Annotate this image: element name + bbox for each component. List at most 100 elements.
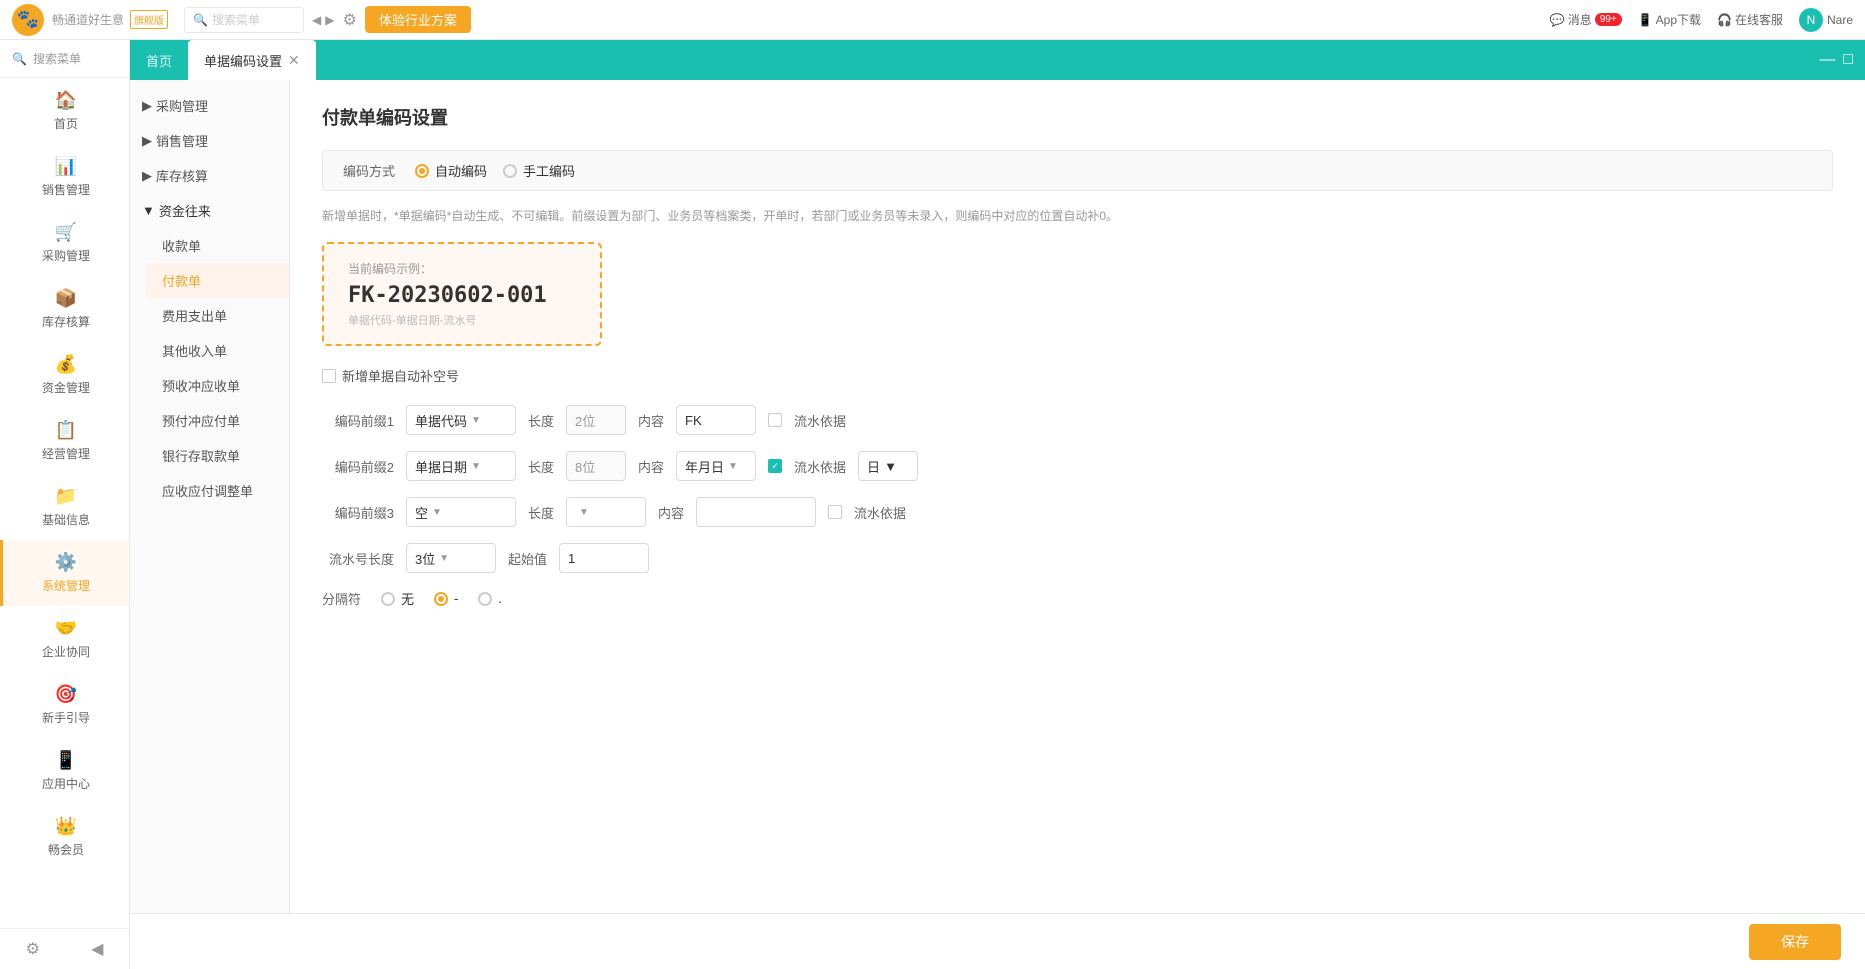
system-icon: ⚙️ <box>55 552 77 573</box>
sub-menu-capital-items: 收款单 付款单 费用支出单 其他收入单 预收冲应收单 预付冲 <box>130 228 289 508</box>
tab-home[interactable]: 首页 <box>130 40 188 80</box>
sidebar-item-purchase[interactable]: 🛒 采购管理 <box>0 210 129 276</box>
sidebar-search[interactable]: 🔍 搜索菜单 <box>0 40 129 78</box>
finance-icon: 💰 <box>55 354 77 375</box>
prefix2-select[interactable]: 单据日期 ▼ <box>406 451 516 481</box>
brand-name: 畅通道好生意 旗舰版 <box>52 10 168 29</box>
tab-close-icon[interactable]: ✕ <box>288 53 300 67</box>
auto-code-radio[interactable]: 自动编码 <box>415 161 487 180</box>
chevron-down-icon: ▼ <box>579 507 589 518</box>
sidebar-item-apps[interactable]: 📱 应用中心 <box>0 738 129 804</box>
sidebar-item-enterprise[interactable]: 🤝 企业协同 <box>0 606 129 672</box>
prefix1-stream-checkbox[interactable] <box>768 413 782 427</box>
sidebar-item-sales[interactable]: 📊 销售管理 <box>0 144 129 210</box>
sep-dot-radio[interactable]: . <box>478 591 502 606</box>
sub-menu-other-income[interactable]: 其他收入单 <box>146 333 289 368</box>
tab-bar-actions: — □ <box>1819 51 1853 69</box>
window-minimize-icon[interactable]: — <box>1819 51 1835 69</box>
prefix3-select[interactable]: 空 ▼ <box>406 497 516 527</box>
sidebar-item-operations[interactable]: 📋 经营管理 <box>0 408 129 474</box>
search-bar[interactable]: 🔍 搜索菜单 <box>184 7 304 33</box>
prefix2-stream-unit-select[interactable]: 日 ▼ <box>858 451 918 481</box>
chevron-down-icon: ▼ <box>439 553 449 564</box>
sidebar-item-basic[interactable]: 📁 基础信息 <box>0 474 129 540</box>
purchase-icon: 🛒 <box>55 222 77 243</box>
window-maximize-icon[interactable]: □ <box>1843 51 1853 69</box>
try-industry-btn[interactable]: 体验行业方案 <box>365 6 471 33</box>
inventory-icon: 📦 <box>55 288 77 309</box>
sidebar-nav: 🏠 首页 📊 销售管理 🛒 采购管理 📦 库存核算 💰 资金管理 📋 经 <box>0 78 129 928</box>
encoding-radio-group: 自动编码 手工编码 <box>415 161 575 180</box>
home-icon: 🏠 <box>55 90 77 111</box>
sidebar-item-finance[interactable]: 💰 资金管理 <box>0 342 129 408</box>
chevron-down-icon: ▼ <box>432 507 442 518</box>
tab-code-setting[interactable]: 单据编码设置 ✕ <box>188 40 316 80</box>
serial-start-input[interactable] <box>559 543 649 573</box>
tab-bar: 首页 单据编码设置 ✕ — □ <box>130 40 1865 80</box>
top-bar-right: 💬 消息 99+ 📱 App下载 🎧 在线客服 N Nare <box>1550 8 1853 32</box>
sub-menu-sales-mgmt[interactable]: ▶ 销售管理 <box>130 123 289 158</box>
prefix2-content-select[interactable]: 年月日 ▼ <box>676 451 756 481</box>
sep-dash-radio[interactable]: - <box>434 591 458 606</box>
prefix2-stream-checkbox[interactable]: ✓ <box>768 459 782 473</box>
message-btn[interactable]: 💬 消息 99+ <box>1550 11 1622 28</box>
sub-menu-payment[interactable]: 付款单 <box>146 263 289 298</box>
sub-menu-purchase-mgmt[interactable]: ▶ 采购管理 <box>130 88 289 123</box>
sidebar-item-member[interactable]: 👑 畅会员 <box>0 804 129 870</box>
info-text: 新增单据时，*单据编码*自动生成、不可编辑。前缀设置为部门、业务员等档案类，开单… <box>322 207 1833 226</box>
sep-dot-radio-dot[interactable] <box>478 592 492 606</box>
sub-menu-inventory-calc[interactable]: ▶ 库存核算 <box>130 158 289 193</box>
online-service-btn[interactable]: 🎧 在线客服 <box>1717 11 1783 28</box>
manual-code-radio[interactable]: 手工编码 <box>503 161 575 180</box>
example-code-box: 当前编码示例： FK-20230602-001 单据代码-单据日期-流水号 <box>322 242 602 346</box>
top-nav-arrows[interactable]: ◀ ▶ <box>312 13 334 27</box>
prefix3-content-input[interactable] <box>696 497 816 527</box>
chevron-down-icon: ▼ <box>728 461 738 472</box>
guide-icon: 🎯 <box>55 684 77 705</box>
manual-code-radio-dot[interactable] <box>503 164 517 178</box>
prefix1-length-input[interactable] <box>566 405 626 435</box>
chevron-right-icon: ▶ <box>142 168 152 184</box>
prefix1-row: 编码前缀1 单据代码 ▼ 长度 内容 流水依据 <box>322 405 1833 435</box>
prefix3-length-select[interactable]: ▼ <box>566 497 646 527</box>
sidebar-item-guide[interactable]: 🎯 新手引导 <box>0 672 129 738</box>
settings-icon[interactable]: ⚙ <box>342 10 356 30</box>
sub-menu-expense[interactable]: 费用支出单 <box>146 298 289 333</box>
chevron-down-icon: ▼ <box>471 415 481 426</box>
auto-fill-checkbox[interactable] <box>322 369 336 383</box>
encoding-mode-section: 编码方式 自动编码 手工编码 <box>322 150 1833 191</box>
sidebar-settings-icon[interactable]: ⚙ <box>26 939 40 959</box>
sep-none-radio-dot[interactable] <box>381 592 395 606</box>
sidebar-item-system[interactable]: ⚙️ 系统管理 <box>0 540 129 606</box>
save-button[interactable]: 保存 <box>1749 924 1841 960</box>
prefix1-content-input[interactable] <box>676 405 756 435</box>
main-panel: 付款单编码设置 编码方式 自动编码 手工编码 <box>290 80 1865 913</box>
sub-menu-receipt[interactable]: 收款单 <box>146 228 289 263</box>
bottom-bar: 保存 <box>130 913 1865 969</box>
prefix3-stream-checkbox[interactable] <box>828 505 842 519</box>
sub-menu-prepay-pay[interactable]: 预付冲应付单 <box>146 403 289 438</box>
sep-none-radio[interactable]: 无 <box>381 589 414 608</box>
sep-dash-radio-dot[interactable] <box>434 592 448 606</box>
sidebar-collapse-icon[interactable]: ◀ <box>91 939 103 959</box>
user-avatar[interactable]: N Nare <box>1799 8 1853 32</box>
auto-fill-row: 新增单据自动补空号 <box>322 366 1833 385</box>
sidebar-bottom: ⚙ ◀ <box>0 928 129 969</box>
prefix2-length-input[interactable] <box>566 451 626 481</box>
sub-menu-bank-deposit[interactable]: 银行存取款单 <box>146 438 289 473</box>
sub-menu-prepay-receive[interactable]: 预收冲应收单 <box>146 368 289 403</box>
chevron-down-icon: ▼ <box>471 461 481 472</box>
sidebar-item-inventory[interactable]: 📦 库存核算 <box>0 276 129 342</box>
sidebar-item-home[interactable]: 🏠 首页 <box>0 78 129 144</box>
brand-logo: 🐾 <box>12 4 44 36</box>
page-title: 付款单编码设置 <box>322 104 1833 130</box>
auto-code-radio-dot[interactable] <box>415 164 429 178</box>
top-bar: 🐾 畅通道好生意 旗舰版 🔍 搜索菜单 ◀ ▶ ⚙ 体验行业方案 💬 消息 99… <box>0 0 1865 40</box>
sub-menu-receivable-adjust[interactable]: 应收应付调整单 <box>146 473 289 508</box>
prefix2-row: 编码前缀2 单据日期 ▼ 长度 内容 年月日 ▼ ✓ 流水依据 日 <box>322 451 1833 481</box>
serial-length-select[interactable]: 3位 ▼ <box>406 543 496 573</box>
app-download-btn[interactable]: 📱 App下载 <box>1638 11 1701 28</box>
prefix3-row: 编码前缀3 空 ▼ 长度 ▼ 内容 流水依据 <box>322 497 1833 527</box>
prefix1-select[interactable]: 单据代码 ▼ <box>406 405 516 435</box>
sub-menu-capital[interactable]: ▼ 资金往来 <box>130 193 289 228</box>
